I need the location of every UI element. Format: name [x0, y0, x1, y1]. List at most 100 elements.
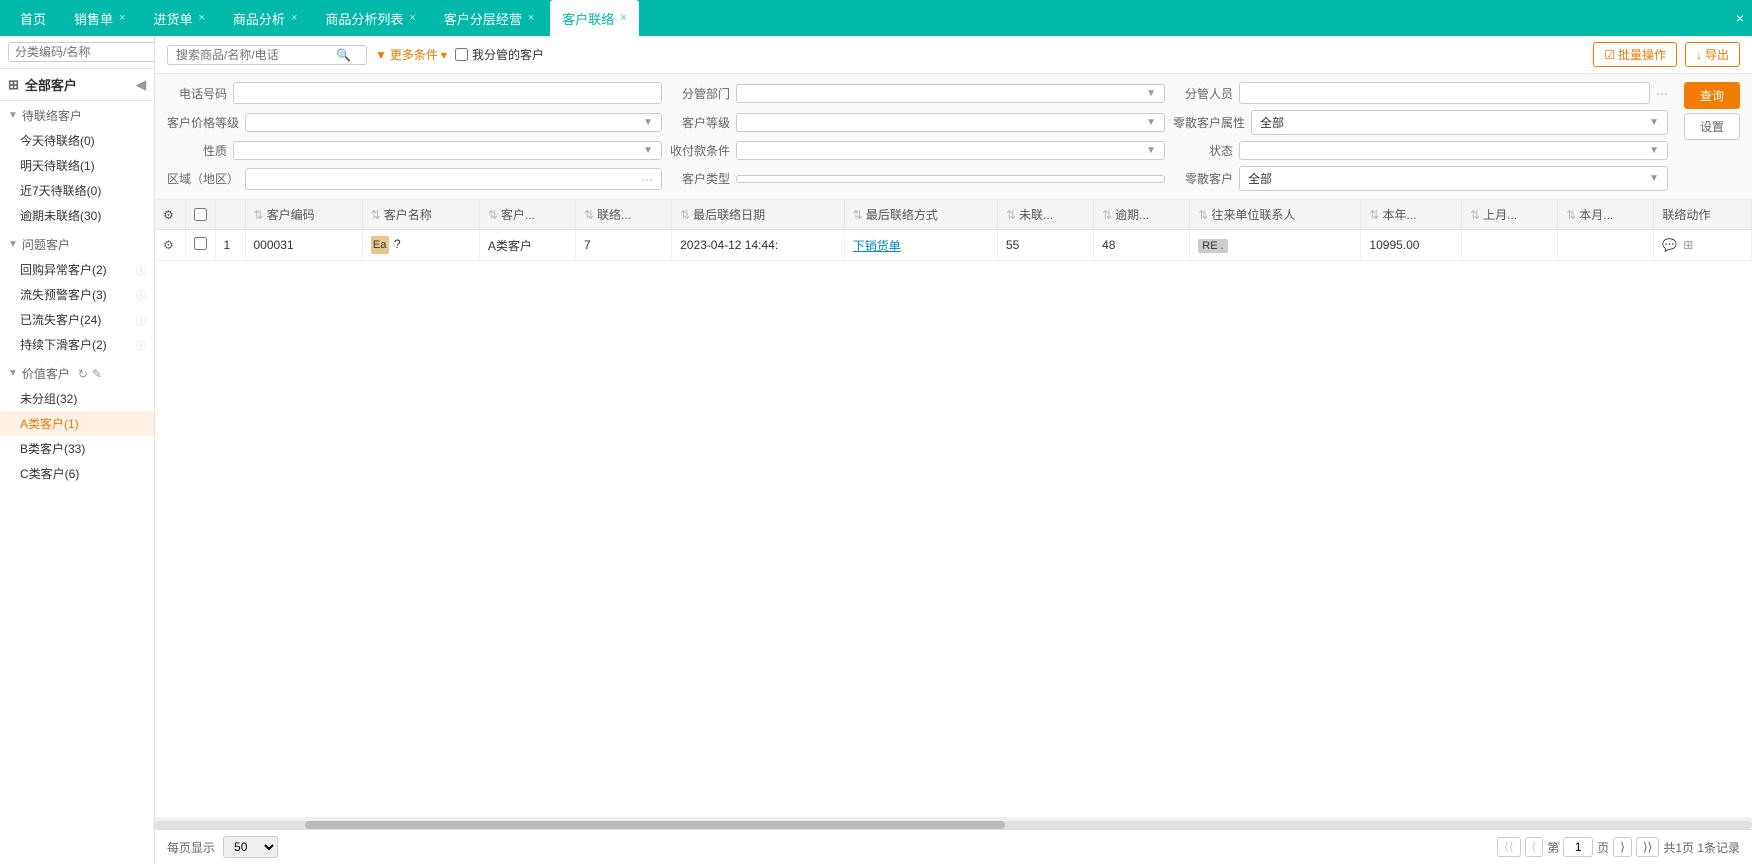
- col-contact[interactable]: ⇅ 联络...: [575, 200, 671, 230]
- next-btn[interactable]: ⟩: [1613, 837, 1632, 857]
- refresh-icon[interactable]: ↻: [78, 367, 88, 381]
- nav-sales-close[interactable]: ×: [119, 12, 125, 24]
- sidebar-section-pending-title[interactable]: ▼ 待联络客户: [0, 103, 154, 128]
- batch-ops-btn[interactable]: ☑ 批量操作: [1593, 42, 1677, 67]
- sidebar-item-today-pending[interactable]: 今天待联络(0): [0, 128, 154, 153]
- nature-select[interactable]: ▼: [233, 141, 662, 160]
- nav-customer-tier[interactable]: 客户分层经营 ×: [432, 0, 546, 36]
- close-all-tabs[interactable]: ×: [1736, 10, 1744, 26]
- row-last-method[interactable]: 下销货单: [853, 239, 901, 253]
- row-gear-cell[interactable]: ⚙: [155, 230, 185, 261]
- col-prev-contact[interactable]: ⇅ 往来单位联系人: [1190, 200, 1361, 230]
- nav-customer-contact[interactable]: 客户联络 ×: [550, 0, 638, 36]
- my-customers-check[interactable]: [455, 48, 468, 61]
- sort-icon-notcontact: ⇅: [1006, 208, 1016, 222]
- customer-level-chev-icon: ▼: [1146, 117, 1156, 128]
- customer-level-select[interactable]: ▼: [736, 113, 1165, 132]
- col-type[interactable]: ⇅ 客户...: [479, 200, 575, 230]
- nav-purchase-close[interactable]: ×: [198, 12, 204, 24]
- row-checkbox[interactable]: [194, 237, 207, 250]
- col-last-date[interactable]: ⇅ 最后联络日期: [672, 200, 845, 230]
- sidebar-section-problem-title[interactable]: ▼ 问题客户: [0, 232, 154, 257]
- sidebar-item-abnormal-repurchase[interactable]: 回购异常客户(2) ⓘ: [0, 257, 154, 282]
- select-all-checkbox[interactable]: [194, 208, 207, 221]
- query-btn[interactable]: 查询: [1684, 82, 1740, 109]
- filter-search-input[interactable]: [176, 48, 336, 62]
- col-name[interactable]: ⇅ 客户名称: [362, 200, 479, 230]
- nav-goods-analysis[interactable]: 商品分析 ×: [221, 0, 309, 36]
- prev-prev-btn[interactable]: ⟨⟨: [1497, 837, 1520, 857]
- nav-sales-label: 销售单: [74, 9, 113, 28]
- sidebar-item-tomorrow-pending[interactable]: 明天待联络(1): [0, 153, 154, 178]
- manager-input[interactable]: [1239, 82, 1650, 104]
- settings-btn[interactable]: 设置: [1684, 113, 1740, 140]
- sidebar-item-lost-customers[interactable]: 已流失客户(24) ⓘ: [0, 307, 154, 332]
- my-customers-label: 我分管的客户: [472, 46, 544, 63]
- nav-home[interactable]: 首页: [8, 0, 58, 36]
- filter-search-icon[interactable]: 🔍: [336, 48, 351, 62]
- horizontal-scrollbar[interactable]: [155, 817, 1752, 829]
- sidebar-item-class-c[interactable]: C类客户(6): [0, 461, 154, 486]
- sidebar-item-7days-pending[interactable]: 近7天待联络(0): [0, 178, 154, 203]
- sidebar-item-overdue-contact[interactable]: 逾期未联络(30): [0, 203, 154, 228]
- table-area: ⚙ ⇅ 客户编码: [155, 200, 1752, 817]
- row-this-year: 10995.00: [1369, 238, 1419, 252]
- filter-field-manager: 分管人员 ···: [1173, 82, 1668, 104]
- sidebar-section-value-title[interactable]: ▼ 价值客户 ↻ ✎: [0, 361, 154, 386]
- retail-customer-select[interactable]: 全部 ▼: [1239, 166, 1668, 191]
- col-overdue[interactable]: ⇅ 逾期...: [1094, 200, 1190, 230]
- next-next-btn[interactable]: ⟩⟩: [1636, 837, 1659, 857]
- prev-btn[interactable]: ⟨: [1525, 837, 1544, 857]
- price-level-select[interactable]: ▼: [245, 113, 662, 132]
- col-this-year[interactable]: ⇅ 本年...: [1361, 200, 1462, 230]
- customer-table: ⚙ ⇅ 客户编码: [155, 200, 1752, 261]
- gear-header-icon[interactable]: ⚙: [163, 208, 174, 222]
- page-input[interactable]: [1563, 837, 1593, 857]
- region-select[interactable]: ···: [245, 168, 662, 190]
- sidebar-item-class-b[interactable]: B类客户(33): [0, 436, 154, 461]
- manager-dots-icon[interactable]: ···: [1656, 86, 1668, 100]
- nav-goods-analysis-close[interactable]: ×: [291, 12, 297, 24]
- nav-purchase[interactable]: 进货单 ×: [141, 0, 216, 36]
- nav-customer-tier-close[interactable]: ×: [528, 12, 534, 24]
- nav-purchase-label: 进货单: [153, 9, 192, 28]
- sidebar-search-input[interactable]: [8, 42, 155, 62]
- filter-field-region: 区域（地区） ···: [167, 168, 662, 190]
- dept-select[interactable]: ▼: [736, 84, 1165, 103]
- retail-attr-select[interactable]: 全部 ▼: [1251, 110, 1668, 135]
- status-select[interactable]: ▼: [1239, 141, 1668, 160]
- top-actions: ☑ 批量操作 ↓ 导出: [1593, 42, 1740, 67]
- edit-icon[interactable]: ✎: [92, 367, 102, 381]
- nav-goods-analysis-list[interactable]: 商品分析列表 ×: [313, 0, 427, 36]
- export-btn[interactable]: ↓ 导出: [1685, 42, 1740, 67]
- col-code[interactable]: ⇅ 客户编码: [245, 200, 362, 230]
- lost-customers-label: 已流失客户(24): [20, 311, 101, 328]
- grid-action-icon[interactable]: ⊞: [1683, 238, 1693, 252]
- sidebar-collapse-icon[interactable]: ◀: [136, 77, 146, 93]
- payment-chev-icon: ▼: [1146, 145, 1156, 156]
- customer-type-select[interactable]: [736, 175, 1165, 183]
- my-customers-checkbox[interactable]: 我分管的客户: [455, 46, 544, 63]
- per-page-select[interactable]: 50 100 200: [223, 836, 278, 858]
- sidebar-item-loss-warning[interactable]: 流失预警客户(3) ⓘ: [0, 282, 154, 307]
- sidebar-item-declining[interactable]: 持续下滑客户(2) ⓘ: [0, 332, 154, 357]
- sidebar-item-class-a[interactable]: A类客户(1): [0, 411, 154, 436]
- chat-icon[interactable]: 💬: [1662, 238, 1677, 252]
- phone-input[interactable]: [233, 82, 662, 104]
- filter-more-arrow: ▾: [441, 48, 447, 62]
- filter-more-btn[interactable]: ▼ 更多条件 ▾: [375, 46, 447, 63]
- row-checkbox-cell: [185, 230, 215, 261]
- nav-goods-analysis-list-close[interactable]: ×: [409, 12, 415, 24]
- sidebar: 🔍 ⊞ 全部客户 ◀ ▼ 待联络客户 今天待联络(0) 明天待联络(1) 近7天…: [0, 36, 155, 864]
- col-last-month[interactable]: ⇅ 上月...: [1462, 200, 1558, 230]
- col-not-contact[interactable]: ⇅ 未联...: [997, 200, 1093, 230]
- status-chev-icon: ▼: [1649, 145, 1659, 156]
- unclassified-label: 未分组(32): [20, 390, 77, 407]
- payment-select[interactable]: ▼: [736, 141, 1165, 160]
- scrollbar-thumb[interactable]: [305, 821, 1005, 829]
- col-last-method[interactable]: ⇅ 最后联络方式: [844, 200, 997, 230]
- sidebar-item-unclassified[interactable]: 未分组(32): [0, 386, 154, 411]
- col-this-month[interactable]: ⇅ 本月...: [1558, 200, 1654, 230]
- nav-customer-contact-close[interactable]: ×: [620, 12, 626, 24]
- nav-sales[interactable]: 销售单 ×: [62, 0, 137, 36]
